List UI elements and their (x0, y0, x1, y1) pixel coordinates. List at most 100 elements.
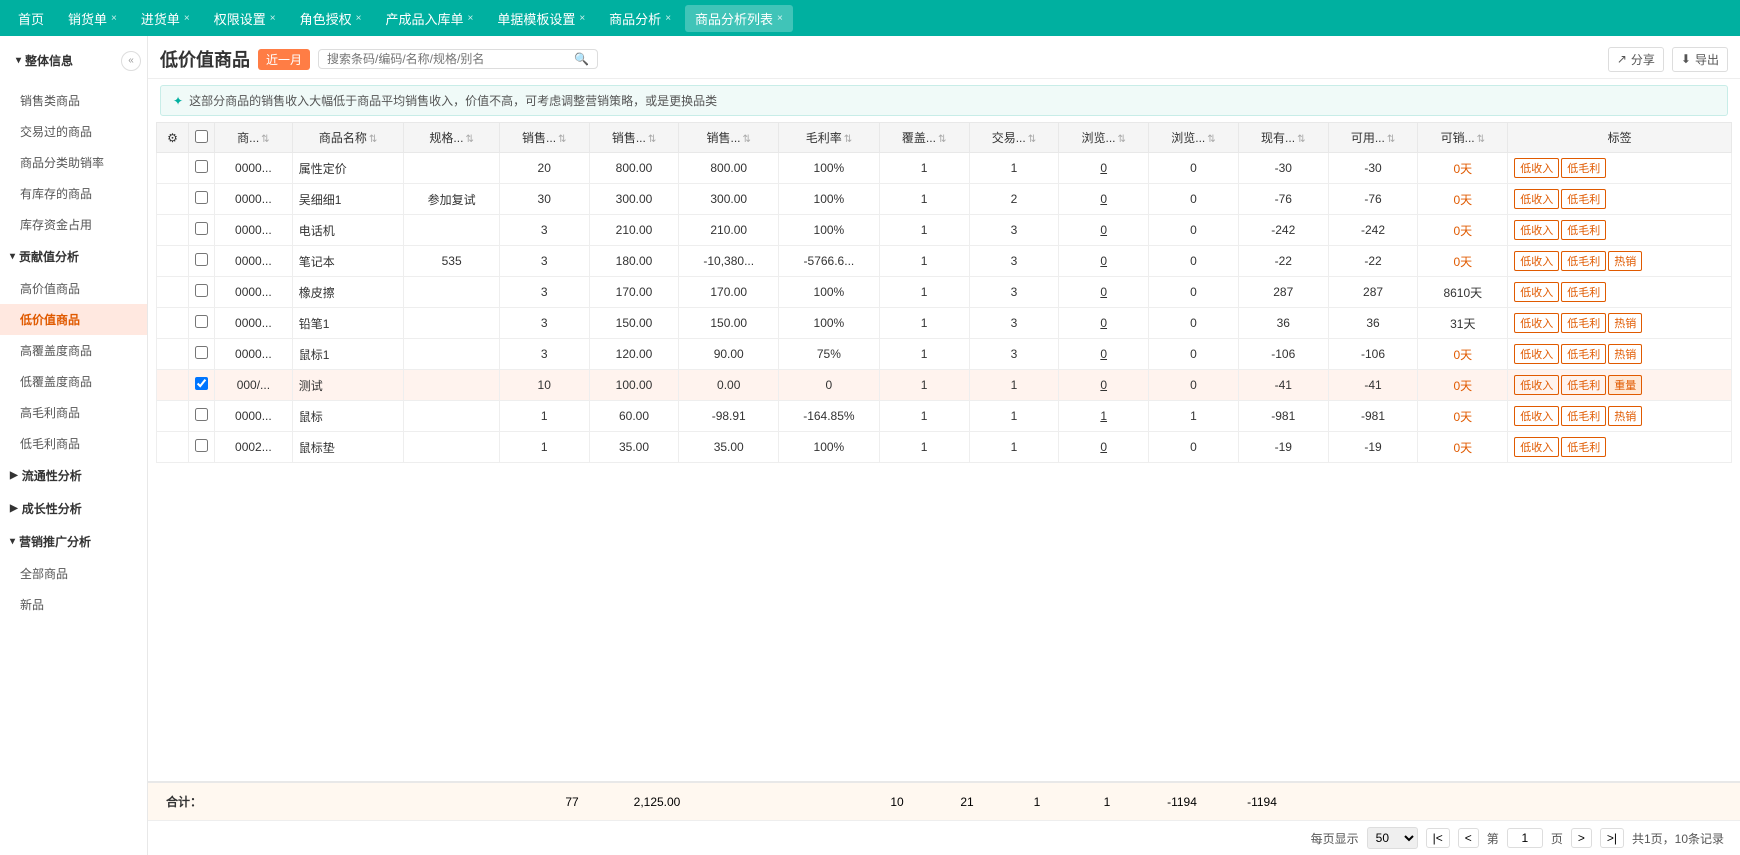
nav-home[interactable]: 首页 (8, 5, 54, 32)
cell-checkbox[interactable] (189, 246, 215, 277)
sidebar-group-circulation[interactable]: ▶ 流通性分析 (0, 459, 147, 492)
sidebar-item-low-margin[interactable]: 低毛利商品 (0, 428, 147, 459)
cell-checkbox[interactable] (189, 432, 215, 463)
col-name[interactable]: 商品名称⇅ (292, 123, 404, 153)
cell-name[interactable]: 鼠标 (292, 401, 404, 432)
cell-name[interactable]: 鼠标1 (292, 339, 404, 370)
nav-product-analysis-list[interactable]: 商品分析列表 × (685, 5, 793, 32)
cell-browse1[interactable]: 0 (1059, 184, 1149, 215)
nav-permissions[interactable]: 权限设置 × (204, 5, 286, 32)
close-icon[interactable]: × (777, 13, 783, 24)
cell-name[interactable]: 电话机 (292, 215, 404, 246)
table-wrapper[interactable]: ⚙ 商...⇅ 商品名称⇅ 规格...⇅ 销售...⇅ 销售...⇅ 销售...… (148, 122, 1740, 781)
cell-browse1[interactable]: 0 (1059, 432, 1149, 463)
row-checkbox[interactable] (195, 160, 208, 173)
close-icon[interactable]: × (270, 13, 276, 24)
col-transaction[interactable]: 交易...⇅ (969, 123, 1059, 153)
sidebar-item-high-margin[interactable]: 高毛利商品 (0, 397, 147, 428)
browse1-link[interactable]: 0 (1100, 378, 1107, 392)
select-all-checkbox[interactable] (195, 130, 208, 143)
cell-browse1[interactable]: 0 (1059, 370, 1149, 401)
first-page-button[interactable]: |< (1426, 828, 1450, 848)
browse1-link[interactable]: 0 (1100, 161, 1107, 175)
prev-page-button[interactable]: < (1458, 828, 1479, 848)
nav-product-analysis[interactable]: 商品分析 × (599, 5, 681, 32)
close-icon[interactable]: × (111, 13, 117, 24)
cell-browse1[interactable]: 0 (1059, 308, 1149, 339)
cell-checkbox[interactable] (189, 401, 215, 432)
browse1-link[interactable]: 0 (1100, 316, 1107, 330)
cell-name[interactable]: 橡皮擦 (292, 277, 404, 308)
nav-template-settings[interactable]: 单据模板设置 × (487, 5, 595, 32)
row-checkbox[interactable] (195, 284, 208, 297)
search-icon[interactable]: 🔍 (574, 52, 589, 66)
col-checkbox[interactable] (189, 123, 215, 153)
sidebar-item-sales-goods[interactable]: 销售类商品 (0, 85, 147, 116)
row-checkbox[interactable] (195, 439, 208, 452)
search-input[interactable] (327, 52, 574, 66)
col-browse2[interactable]: 浏览...⇅ (1149, 123, 1239, 153)
col-spec[interactable]: 规格...⇅ (404, 123, 499, 153)
cell-name[interactable]: 铅笔1 (292, 308, 404, 339)
row-checkbox[interactable] (195, 253, 208, 266)
sidebar-item-low-value[interactable]: 低价值商品 (0, 304, 147, 335)
col-margin[interactable]: 毛利率⇅ (779, 123, 880, 153)
sidebar-item-in-stock-goods[interactable]: 有库存的商品 (0, 178, 147, 209)
sidebar-collapse-button[interactable]: « (121, 51, 141, 71)
sidebar-group-overall[interactable]: ▾ 整体信息 (6, 44, 121, 77)
export-button[interactable]: ⬇ 导出 (1672, 47, 1728, 72)
cell-name[interactable]: 鼠标垫 (292, 432, 404, 463)
cell-browse1[interactable]: 0 (1059, 246, 1149, 277)
browse1-link[interactable]: 0 (1100, 440, 1107, 454)
current-page-input[interactable] (1507, 828, 1543, 848)
col-browse1[interactable]: 浏览...⇅ (1059, 123, 1149, 153)
close-icon[interactable]: × (665, 13, 671, 24)
browse1-link[interactable]: 0 (1100, 347, 1107, 361)
browse1-link[interactable]: 0 (1100, 223, 1107, 237)
col-stock-avail[interactable]: 可用...⇅ (1328, 123, 1418, 153)
cell-browse1[interactable]: 1 (1059, 401, 1149, 432)
sidebar-item-traded-goods[interactable]: 交易过的商品 (0, 116, 147, 147)
cell-checkbox[interactable] (189, 277, 215, 308)
cell-browse1[interactable]: 0 (1059, 153, 1149, 184)
nav-sales-order[interactable]: 销货单 × (58, 5, 127, 32)
row-checkbox[interactable] (195, 346, 208, 359)
nav-product-inbound[interactable]: 产成品入库单 × (375, 5, 483, 32)
cell-checkbox[interactable] (189, 339, 215, 370)
cell-name[interactable]: 属性定价 (292, 153, 404, 184)
col-sale-cost[interactable]: 销售...⇅ (679, 123, 779, 153)
sidebar-group-growth[interactable]: ▶ 成长性分析 (0, 492, 147, 525)
col-stock-now[interactable]: 现有...⇅ (1238, 123, 1328, 153)
page-size-select[interactable]: 50 100 200 (1367, 827, 1418, 849)
cell-checkbox[interactable] (189, 308, 215, 339)
col-settings[interactable]: ⚙ (157, 123, 189, 153)
sidebar-item-new-goods[interactable]: 新品 (0, 589, 147, 620)
sidebar-group-marketing[interactable]: ▾ 营销推广分析 (0, 525, 147, 558)
share-button[interactable]: ↗ 分享 (1608, 47, 1664, 72)
cell-browse1[interactable]: 0 (1059, 277, 1149, 308)
close-icon[interactable]: × (579, 13, 585, 24)
sidebar-item-low-coverage[interactable]: 低覆盖度商品 (0, 366, 147, 397)
col-sale-amount[interactable]: 销售...⇅ (589, 123, 679, 153)
row-checkbox[interactable] (195, 222, 208, 235)
cell-checkbox[interactable] (189, 370, 215, 401)
cell-name[interactable]: 笔记本 (292, 246, 404, 277)
col-stock-sale[interactable]: 可销...⇅ (1418, 123, 1508, 153)
close-icon[interactable]: × (356, 13, 362, 24)
row-checkbox[interactable] (195, 408, 208, 421)
sidebar-item-all-goods[interactable]: 全部商品 (0, 558, 147, 589)
cell-checkbox[interactable] (189, 153, 215, 184)
row-checkbox[interactable] (195, 315, 208, 328)
browse1-link[interactable]: 0 (1100, 192, 1107, 206)
browse1-link[interactable]: 0 (1100, 285, 1107, 299)
close-icon[interactable]: × (467, 13, 473, 24)
cell-name[interactable]: 吴细细1 (292, 184, 404, 215)
nav-purchase-order[interactable]: 进货单 × (131, 5, 200, 32)
sidebar-group-contribution[interactable]: ▾ 贡献值分析 (0, 240, 147, 273)
sidebar-item-stock-capital[interactable]: 库存资金占用 (0, 209, 147, 240)
col-code[interactable]: 商...⇅ (215, 123, 293, 153)
nav-role-auth[interactable]: 角色授权 × (290, 5, 372, 32)
close-icon[interactable]: × (184, 13, 190, 24)
next-page-button[interactable]: > (1571, 828, 1592, 848)
row-checkbox[interactable] (195, 377, 208, 390)
